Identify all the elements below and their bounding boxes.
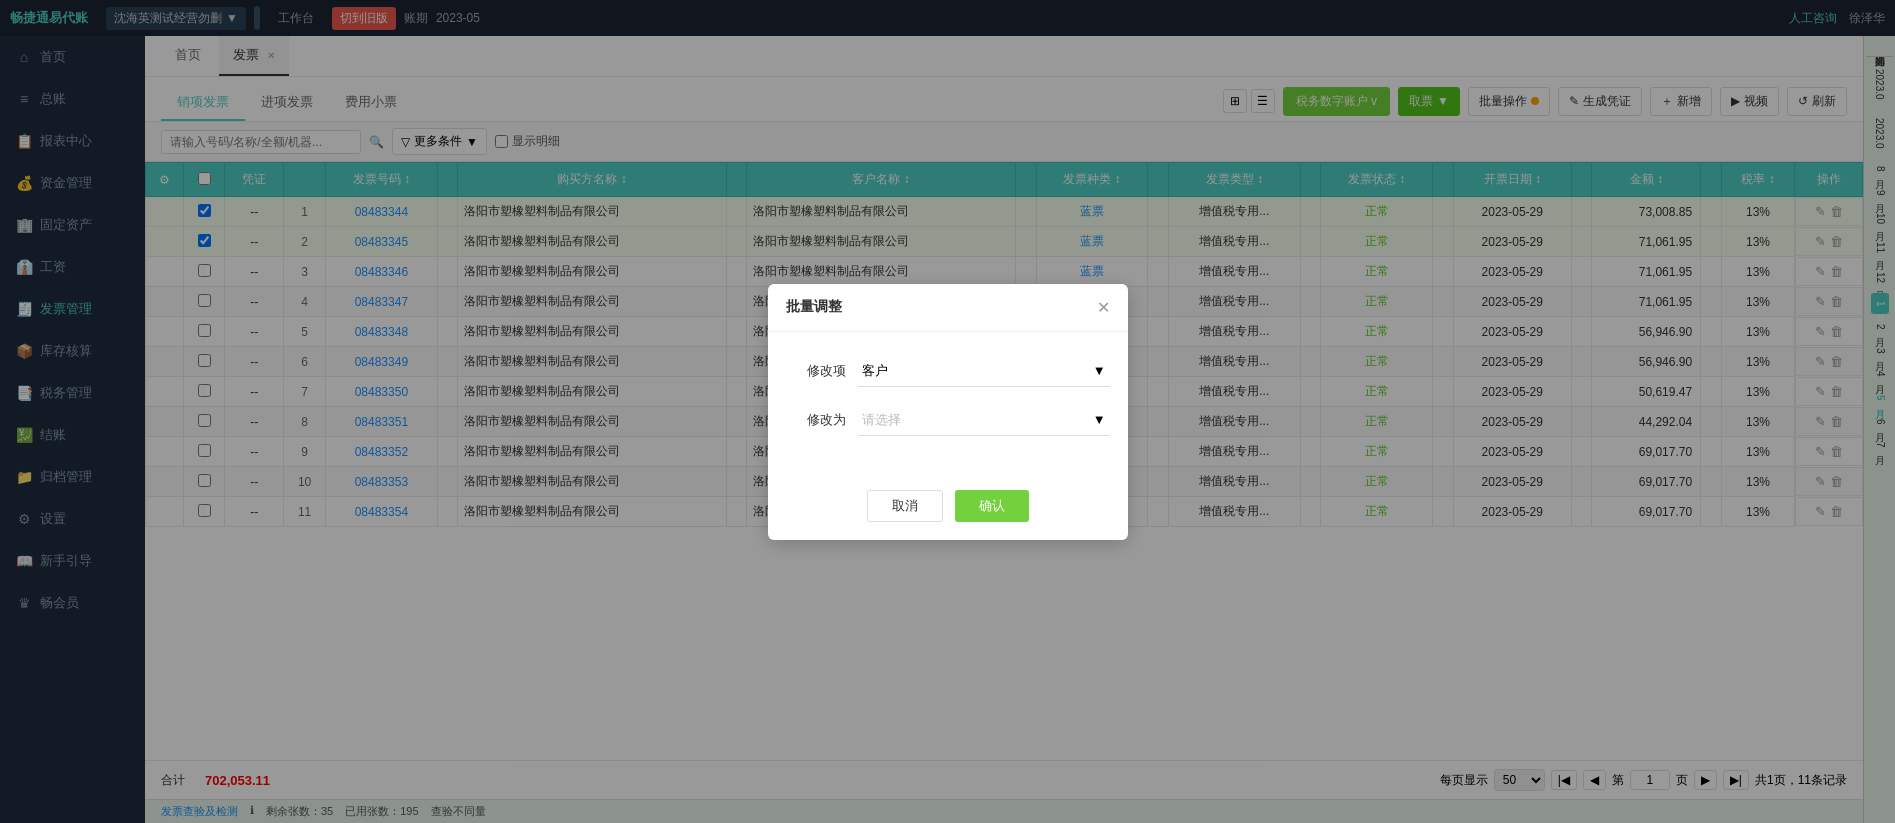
- batch-adjust-modal: 批量调整 ✕ 修改项 客户 ▼ 修改为 请选择 ▼ 取消 确认: [768, 284, 1128, 540]
- modal-close-button[interactable]: ✕: [1097, 298, 1110, 317]
- modal-header: 批量调整 ✕: [768, 284, 1128, 332]
- modal-footer: 取消 确认: [768, 478, 1128, 540]
- change-label: 修改为: [786, 411, 846, 429]
- modal-title: 批量调整: [786, 298, 842, 316]
- field-label: 修改项: [786, 362, 846, 380]
- modal-overlay: 批量调整 ✕ 修改项 客户 ▼ 修改为 请选择 ▼ 取消 确认: [0, 0, 1895, 823]
- change-placeholder: 请选择: [862, 411, 901, 429]
- field-value: 客户: [862, 362, 888, 380]
- modal-confirm-button[interactable]: 确认: [955, 490, 1029, 522]
- modal-body: 修改项 客户 ▼ 修改为 请选择 ▼: [768, 332, 1128, 478]
- change-dropdown-icon: ▼: [1093, 412, 1106, 427]
- field-dropdown-icon: ▼: [1093, 363, 1106, 378]
- form-row-change: 修改为 请选择 ▼: [786, 405, 1110, 436]
- modal-cancel-button[interactable]: 取消: [867, 490, 943, 522]
- form-row-field: 修改项 客户 ▼: [786, 356, 1110, 387]
- change-select[interactable]: 请选择 ▼: [858, 405, 1110, 436]
- field-select[interactable]: 客户 ▼: [858, 356, 1110, 387]
